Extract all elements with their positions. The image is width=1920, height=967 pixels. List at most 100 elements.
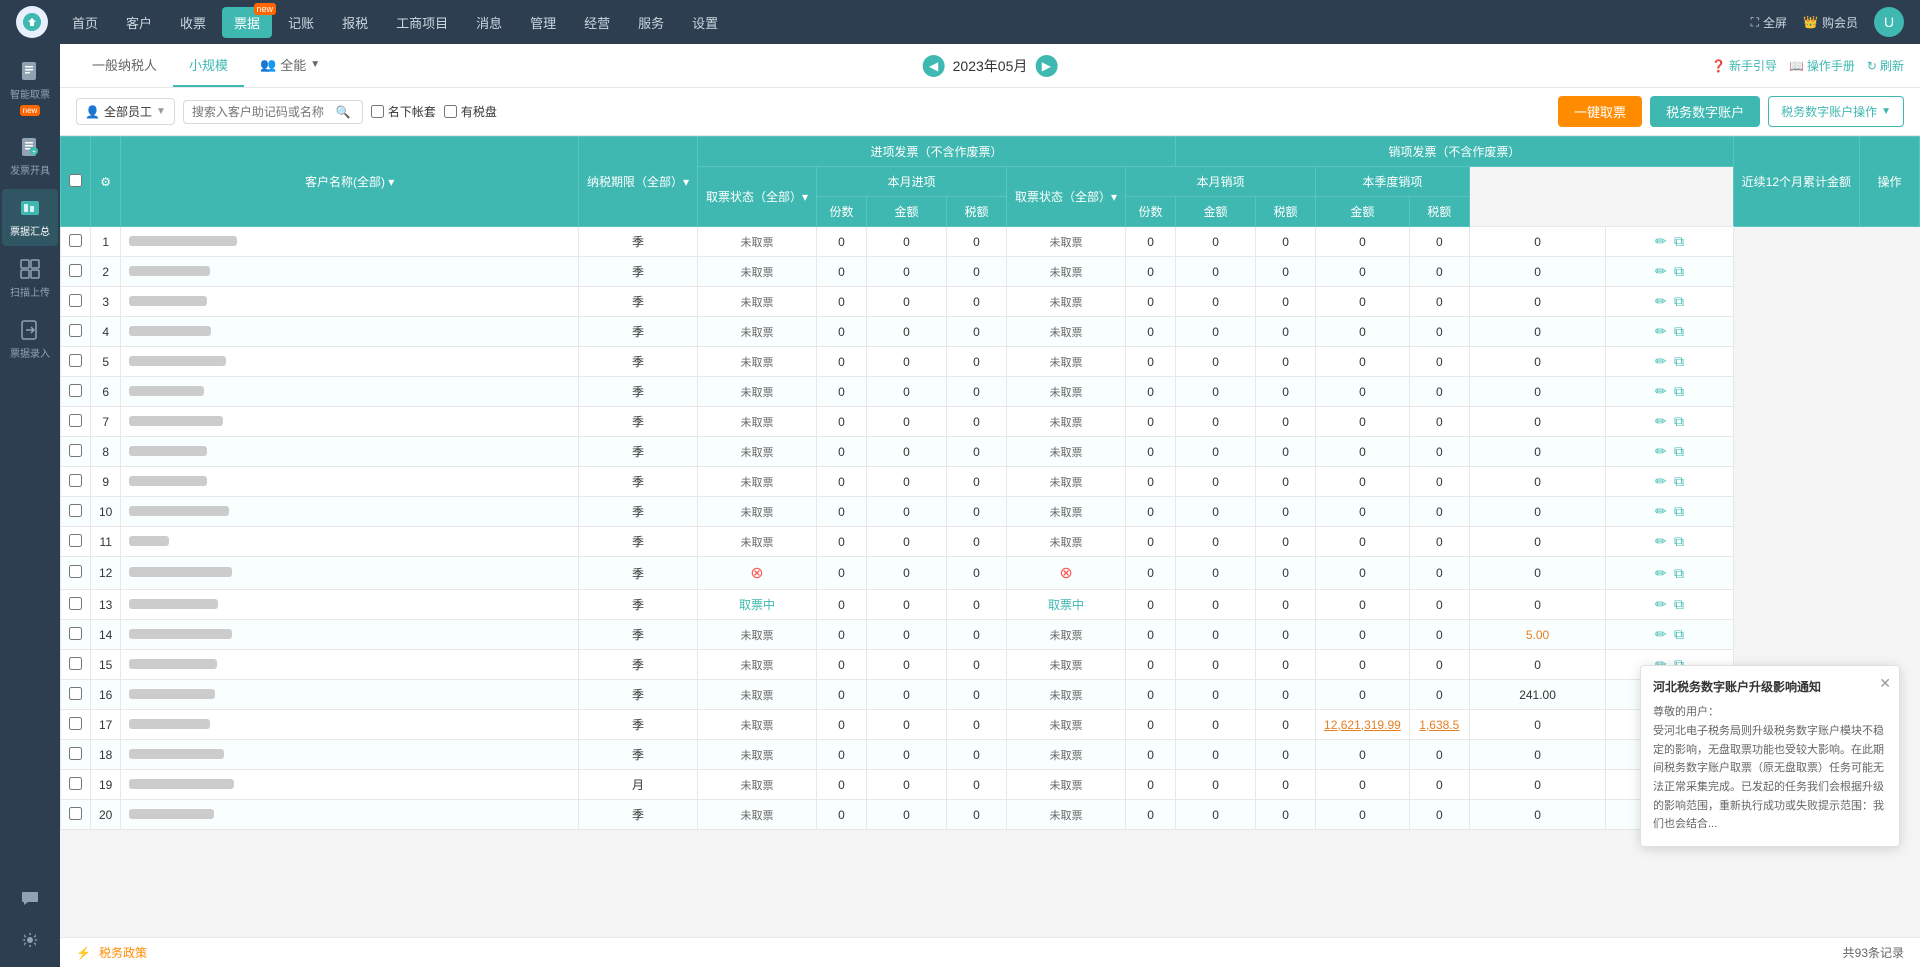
row-checkbox[interactable] (69, 504, 82, 517)
row-checkbox[interactable] (69, 294, 82, 307)
nav-settings[interactable]: 设置 (680, 7, 730, 38)
copy-icon[interactable]: ⧉ (1674, 596, 1684, 612)
edit-icon[interactable]: ✏ (1655, 596, 1667, 612)
refresh-btn[interactable]: ↻ 刷新 (1867, 57, 1904, 74)
row-checkbox[interactable] (69, 657, 82, 670)
sidebar-item-open-invoice[interactable]: + 发票开具 (2, 128, 58, 185)
nav-commerce[interactable]: 工商项目 (384, 7, 460, 38)
copy-icon[interactable]: ⧉ (1674, 323, 1684, 339)
edit-icon[interactable]: ✏ (1655, 533, 1667, 549)
row-period: 季 (578, 527, 697, 557)
search-icon[interactable]: 🔍 (336, 105, 351, 119)
nav-home[interactable]: 首页 (60, 7, 110, 38)
copy-icon[interactable]: ⧉ (1674, 626, 1684, 642)
row-checkbox[interactable] (69, 627, 82, 640)
row-checkbox[interactable] (69, 384, 82, 397)
row-checkbox[interactable] (69, 324, 82, 337)
notice-close-btn[interactable]: ✕ (1879, 672, 1891, 694)
copy-icon[interactable]: ⧉ (1674, 293, 1684, 309)
tab-small-scale[interactable]: 小规模 (173, 44, 244, 87)
row-checkbox[interactable] (69, 747, 82, 760)
sidebar-item-smart-invoice[interactable]: 智能取票 new (2, 52, 58, 124)
copy-icon[interactable]: ⧉ (1674, 233, 1684, 249)
one-click-invoice-btn[interactable]: 一键取票 (1558, 96, 1642, 127)
nav-tax[interactable]: 报税 (330, 7, 380, 38)
row-checkbox[interactable] (69, 777, 82, 790)
edit-icon[interactable]: ✏ (1655, 473, 1667, 489)
sidebar-item-entry[interactable]: 票据录入 (2, 311, 58, 368)
checkbox-tax-disk[interactable]: 有税盘 (444, 103, 497, 120)
sidebar-item-summary[interactable]: 票据汇总 (2, 189, 58, 246)
th-in-status[interactable]: 取票状态（全部）▾ (697, 167, 816, 227)
row-in-status: 未取票 (697, 497, 816, 527)
row-checkbox[interactable] (69, 597, 82, 610)
edit-icon[interactable]: ✏ (1655, 293, 1667, 309)
tab-all[interactable]: 👥 全能 ▼ (244, 44, 336, 87)
row-checkbox[interactable] (69, 717, 82, 730)
edit-icon[interactable]: ✏ (1655, 233, 1667, 249)
row-checkbox[interactable] (69, 414, 82, 427)
nav-receive[interactable]: 收票 (168, 7, 218, 38)
row-number: 18 (91, 740, 121, 770)
select-all-checkbox[interactable] (69, 174, 82, 187)
tax-account-btn[interactable]: 税务数字账户 (1650, 96, 1760, 127)
row-checkbox[interactable] (69, 234, 82, 247)
row-checkbox[interactable] (69, 474, 82, 487)
edit-icon[interactable]: ✏ (1655, 565, 1667, 581)
copy-icon[interactable]: ⧉ (1674, 263, 1684, 279)
nav-accounting[interactable]: 记账 (276, 7, 326, 38)
nav-management[interactable]: 管理 (518, 7, 568, 38)
avatar[interactable]: U (1874, 7, 1904, 37)
th-tax-period[interactable]: 纳税期限（全部）▾ (578, 137, 697, 227)
nav-customer[interactable]: 客户 (114, 7, 164, 38)
row-refund-tax: 0 (1409, 680, 1469, 710)
manual-btn[interactable]: 📖 操作手册 (1789, 57, 1855, 74)
edit-icon[interactable]: ✏ (1655, 353, 1667, 369)
th-client-name[interactable]: 客户名称(全部) ▾ (121, 137, 579, 227)
copy-icon[interactable]: ⧉ (1674, 413, 1684, 429)
tax-account-ops-btn[interactable]: 税务数字账户操作 ▼ (1768, 96, 1904, 127)
row-checkbox[interactable] (69, 354, 82, 367)
edit-icon[interactable]: ✏ (1655, 626, 1667, 642)
copy-icon[interactable]: ⧉ (1674, 353, 1684, 369)
row-checkbox[interactable] (69, 534, 82, 547)
copy-icon[interactable]: ⧉ (1674, 383, 1684, 399)
fullscreen-btn[interactable]: ⛶ 全屏 (1751, 14, 1787, 31)
next-period-btn[interactable]: ▶ (1035, 55, 1057, 77)
copy-icon[interactable]: ⧉ (1674, 565, 1684, 581)
row-checkbox[interactable] (69, 807, 82, 820)
tax-disk-checkbox[interactable] (444, 105, 457, 118)
copy-icon[interactable]: ⧉ (1674, 503, 1684, 519)
th-out-status[interactable]: 取票状态（全部）▾ (1007, 167, 1126, 227)
nav-service[interactable]: 服务 (626, 7, 676, 38)
copy-icon[interactable]: ⧉ (1674, 443, 1684, 459)
edit-icon[interactable]: ✏ (1655, 263, 1667, 279)
sidebar-item-settings[interactable] (2, 921, 58, 959)
copy-icon[interactable]: ⧉ (1674, 473, 1684, 489)
checkbox-my-account[interactable]: 名下帐套 (371, 103, 436, 120)
vip-btn[interactable]: 👑 购会员 (1803, 14, 1858, 31)
row-checkbox[interactable] (69, 264, 82, 277)
edit-icon[interactable]: ✏ (1655, 503, 1667, 519)
row-checkbox[interactable] (69, 565, 82, 578)
copy-icon[interactable]: ⧉ (1674, 533, 1684, 549)
sidebar-item-scan[interactable]: 扫描上传 (2, 250, 58, 307)
my-account-checkbox[interactable] (371, 105, 384, 118)
nav-message[interactable]: 消息 (464, 7, 514, 38)
nav-invoice[interactable]: 票据 new (222, 7, 272, 38)
edit-icon[interactable]: ✏ (1655, 413, 1667, 429)
prev-period-btn[interactable]: ◀ (923, 55, 945, 77)
tax-policy-link[interactable]: 税务政策 (99, 944, 147, 961)
row-checkbox[interactable] (69, 687, 82, 700)
column-settings-icon[interactable]: ⚙ (100, 175, 111, 189)
edit-icon[interactable]: ✏ (1655, 383, 1667, 399)
row-checkbox[interactable] (69, 444, 82, 457)
sidebar-item-chat[interactable] (2, 879, 58, 917)
edit-icon[interactable]: ✏ (1655, 443, 1667, 459)
guide-btn[interactable]: ❓ 新手引导 (1711, 57, 1777, 74)
nav-operation[interactable]: 经营 (572, 7, 622, 38)
employee-select[interactable]: 👤 全部员工 ▼ (76, 98, 175, 125)
edit-icon[interactable]: ✏ (1655, 323, 1667, 339)
tab-general-taxpayer[interactable]: 一般纳税人 (76, 44, 173, 87)
search-input[interactable] (192, 105, 332, 119)
